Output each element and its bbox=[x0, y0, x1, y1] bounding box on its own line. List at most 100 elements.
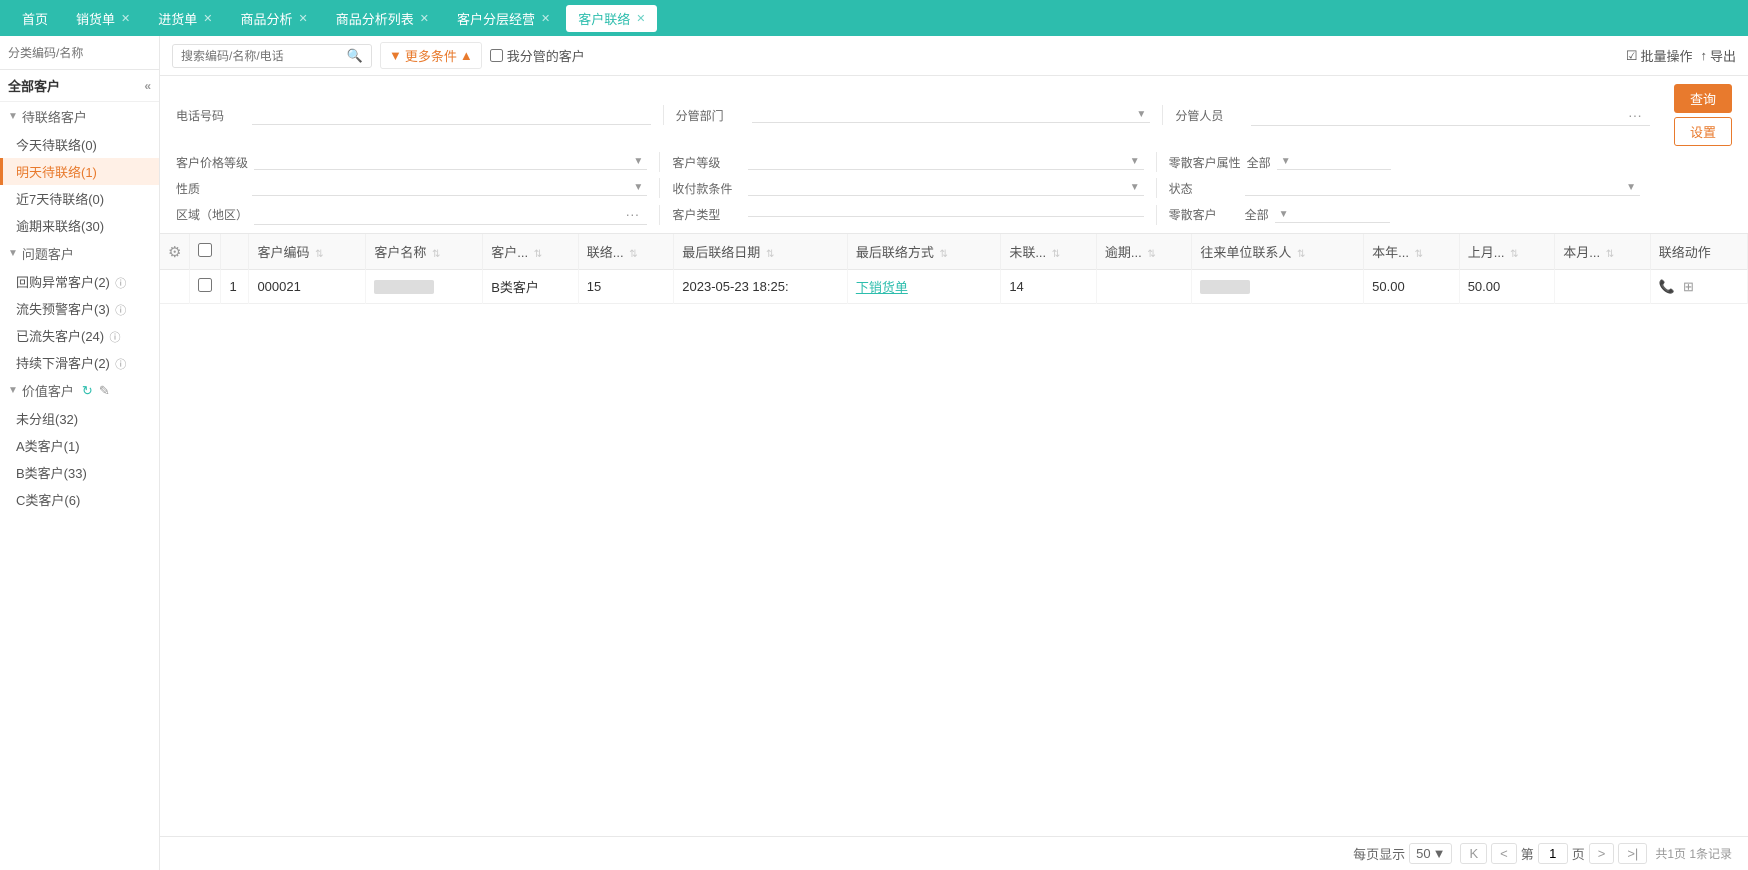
type-sort-icon[interactable]: ⇅ bbox=[534, 249, 542, 260]
table-settings-icon[interactable]: ⚙ bbox=[168, 244, 181, 261]
dept-select[interactable]: ▼ bbox=[752, 107, 1151, 123]
nav-goods-analysis-list-close[interactable]: ✕ bbox=[420, 12, 429, 25]
filter-payment: 收付款条件 ▼ bbox=[672, 180, 1143, 197]
this-month-sort-icon[interactable]: ⇅ bbox=[1606, 249, 1614, 260]
sidebar-item-repurchase-abnormal[interactable]: 回购异常客户(2) ⓘ bbox=[0, 268, 159, 295]
nav-customer-contact[interactable]: 客户联络 ✕ bbox=[566, 5, 657, 32]
filter-row-2: 客户价格等级 ▼ 客户等级 ▼ 零散客户属性 bbox=[176, 152, 1732, 172]
nav-customer-segment[interactable]: 客户分层经营 ✕ bbox=[445, 5, 562, 32]
overdue-sort-icon[interactable]: ⇅ bbox=[1147, 249, 1155, 260]
page-size-box[interactable]: 50 ▼ bbox=[1409, 843, 1452, 864]
last-month-sort-icon[interactable]: ⇅ bbox=[1510, 249, 1518, 260]
name-sort-icon[interactable]: ⇅ bbox=[432, 249, 440, 260]
sidebar-collapse-icon[interactable]: « bbox=[144, 79, 151, 93]
filter-manager: 分管人员 ··· bbox=[1175, 105, 1650, 126]
last-method-sort-icon[interactable]: ⇅ bbox=[939, 249, 947, 260]
region-select[interactable]: ··· bbox=[254, 204, 647, 225]
row-checkbox[interactable] bbox=[198, 278, 212, 292]
more-filters-button[interactable]: ▼ 更多条件 ▲ bbox=[380, 42, 482, 69]
sidebar: 🔍 全部客户 « ▼ 待联络客户 今天待联络(0) 明天待联络(1) 近7天待联… bbox=[0, 36, 160, 870]
contact-sort-icon[interactable]: ⇅ bbox=[629, 249, 637, 260]
sidebar-all-customers-header[interactable]: 全部客户 « bbox=[0, 70, 159, 102]
sidebar-item-continuous-decline[interactable]: 持续下滑客户(2) ⓘ bbox=[0, 349, 159, 376]
last-page-button[interactable]: >| bbox=[1618, 843, 1647, 864]
nav-sales-close[interactable]: ✕ bbox=[121, 12, 130, 25]
sidebar-item-overdue-contact[interactable]: 逾期来联络(30) bbox=[0, 212, 159, 239]
value-refresh-icon[interactable]: ↻ bbox=[82, 383, 93, 399]
action-grid-icon[interactable]: ⊞ bbox=[1683, 279, 1694, 295]
sidebar-item-today-contact[interactable]: 今天待联络(0) bbox=[0, 131, 159, 158]
sidebar-item-class-b[interactable]: B类客户(33) bbox=[0, 459, 159, 486]
col-settings: ⚙ bbox=[160, 234, 190, 270]
manager-dots-icon[interactable]: ··· bbox=[1624, 107, 1646, 123]
table-footer: 每页显示 50 ▼ K < 第 页 > >| 共1页 1条记录 bbox=[160, 836, 1748, 870]
customer-type-select[interactable] bbox=[748, 212, 1143, 217]
problem-section-label: 问题客户 bbox=[22, 244, 74, 263]
this-year-sort-icon[interactable]: ⇅ bbox=[1415, 249, 1423, 260]
prev-page-button[interactable]: < bbox=[1491, 843, 1517, 864]
unit-sort-icon[interactable]: ⇅ bbox=[1297, 249, 1305, 260]
nature-select[interactable]: ▼ bbox=[252, 180, 647, 196]
last-method-link[interactable]: 下销货单 bbox=[856, 280, 908, 295]
sidebar-item-class-a[interactable]: A类客户(1) bbox=[0, 432, 159, 459]
nav-sales[interactable]: 销货单 ✕ bbox=[64, 5, 142, 32]
problem-arrow-icon: ▼ bbox=[8, 248, 18, 259]
next-page-button[interactable]: > bbox=[1589, 843, 1615, 864]
page-number-input[interactable] bbox=[1538, 843, 1568, 864]
row-last-month-cell: 50.00 bbox=[1459, 270, 1555, 304]
sidebar-section-pending[interactable]: ▼ 待联络客户 bbox=[0, 102, 159, 131]
sidebar-item-lost-risk[interactable]: 流失预警客户(3) ⓘ bbox=[0, 295, 159, 322]
sidebar-section-problem[interactable]: ▼ 问题客户 bbox=[0, 239, 159, 268]
code-sort-icon[interactable]: ⇅ bbox=[315, 249, 323, 260]
nav-home[interactable]: 首页 bbox=[10, 5, 60, 32]
main-search-input[interactable] bbox=[181, 49, 347, 63]
my-customers-checkbox-group[interactable]: 我分管的客户 bbox=[490, 46, 585, 65]
sidebar-item-class-c[interactable]: C类客户(6) bbox=[0, 486, 159, 513]
sidebar-item-week-contact[interactable]: 近7天待联络(0) bbox=[0, 185, 159, 212]
manager-select[interactable]: ··· bbox=[1251, 105, 1650, 126]
sidebar-item-already-lost[interactable]: 已流失客户(24) ⓘ bbox=[0, 322, 159, 349]
sidebar-search-input[interactable] bbox=[8, 46, 160, 60]
query-button[interactable]: 查询 bbox=[1674, 84, 1732, 113]
nav-purchase-close[interactable]: ✕ bbox=[203, 12, 212, 25]
batch-ops-icon: ☑ bbox=[1626, 48, 1638, 64]
row-code-cell: 000021 bbox=[249, 270, 366, 304]
nav-goods-analysis-close[interactable]: ✕ bbox=[299, 12, 308, 25]
payment-select[interactable]: ▼ bbox=[748, 180, 1143, 196]
region-dots-icon[interactable]: ··· bbox=[621, 206, 643, 222]
search-box[interactable]: 🔍 bbox=[172, 44, 372, 68]
set-button[interactable]: 设置 bbox=[1674, 117, 1732, 146]
row-this-month-cell bbox=[1555, 270, 1651, 304]
sidebar-search-box[interactable]: 🔍 bbox=[0, 36, 159, 70]
my-customers-checkbox[interactable] bbox=[490, 49, 503, 62]
nav-goods-analysis[interactable]: 商品分析 ✕ bbox=[228, 5, 319, 32]
more-filters-chevron: ▲ bbox=[460, 48, 473, 63]
nav-customer-contact-close[interactable]: ✕ bbox=[636, 12, 645, 25]
customer-level-select[interactable]: ▼ bbox=[748, 154, 1143, 170]
phone-input[interactable] bbox=[252, 106, 651, 125]
action-phone-icon[interactable]: 📞 bbox=[1659, 279, 1675, 295]
filter-action-col: 查询 设置 bbox=[1674, 84, 1732, 146]
price-level-select[interactable]: ▼ bbox=[254, 154, 647, 170]
sidebar-item-unclassified[interactable]: 未分组(32) bbox=[0, 405, 159, 432]
sidebar-section-value[interactable]: ▼ 价值客户 ↻ ✎ bbox=[0, 376, 159, 405]
status-select[interactable]: ▼ bbox=[1245, 180, 1640, 196]
first-page-button[interactable]: K bbox=[1460, 843, 1487, 864]
export-button[interactable]: ↑ 导出 bbox=[1700, 46, 1736, 65]
nav-customer-segment-close[interactable]: ✕ bbox=[541, 12, 550, 25]
not-contacted-sort-icon[interactable]: ⇅ bbox=[1052, 249, 1060, 260]
col-this-year: 本年... ⇅ bbox=[1364, 234, 1460, 270]
value-edit-icon[interactable]: ✎ bbox=[99, 383, 110, 399]
select-all-checkbox[interactable] bbox=[198, 243, 212, 257]
last-date-sort-icon[interactable]: ⇅ bbox=[766, 249, 774, 260]
sidebar-item-tomorrow-contact[interactable]: 明天待联络(1) bbox=[0, 158, 159, 185]
nav-purchase[interactable]: 进货单 ✕ bbox=[146, 5, 224, 32]
nav-goods-analysis-list[interactable]: 商品分析列表 ✕ bbox=[324, 5, 441, 32]
main-search-icon[interactable]: 🔍 bbox=[347, 48, 363, 64]
row-seq-cell: 1 bbox=[221, 270, 249, 304]
retail-attr-select[interactable]: ▼ bbox=[1277, 154, 1392, 170]
batch-ops-button[interactable]: ☑ 批量操作 bbox=[1626, 46, 1693, 65]
filter-customer-type: 客户类型 bbox=[672, 206, 1143, 223]
table-header-row: ⚙ 客户编码 ⇅ 客户名称 ⇅ bbox=[160, 234, 1748, 270]
retail-customer-select[interactable]: ▼ bbox=[1275, 207, 1390, 223]
